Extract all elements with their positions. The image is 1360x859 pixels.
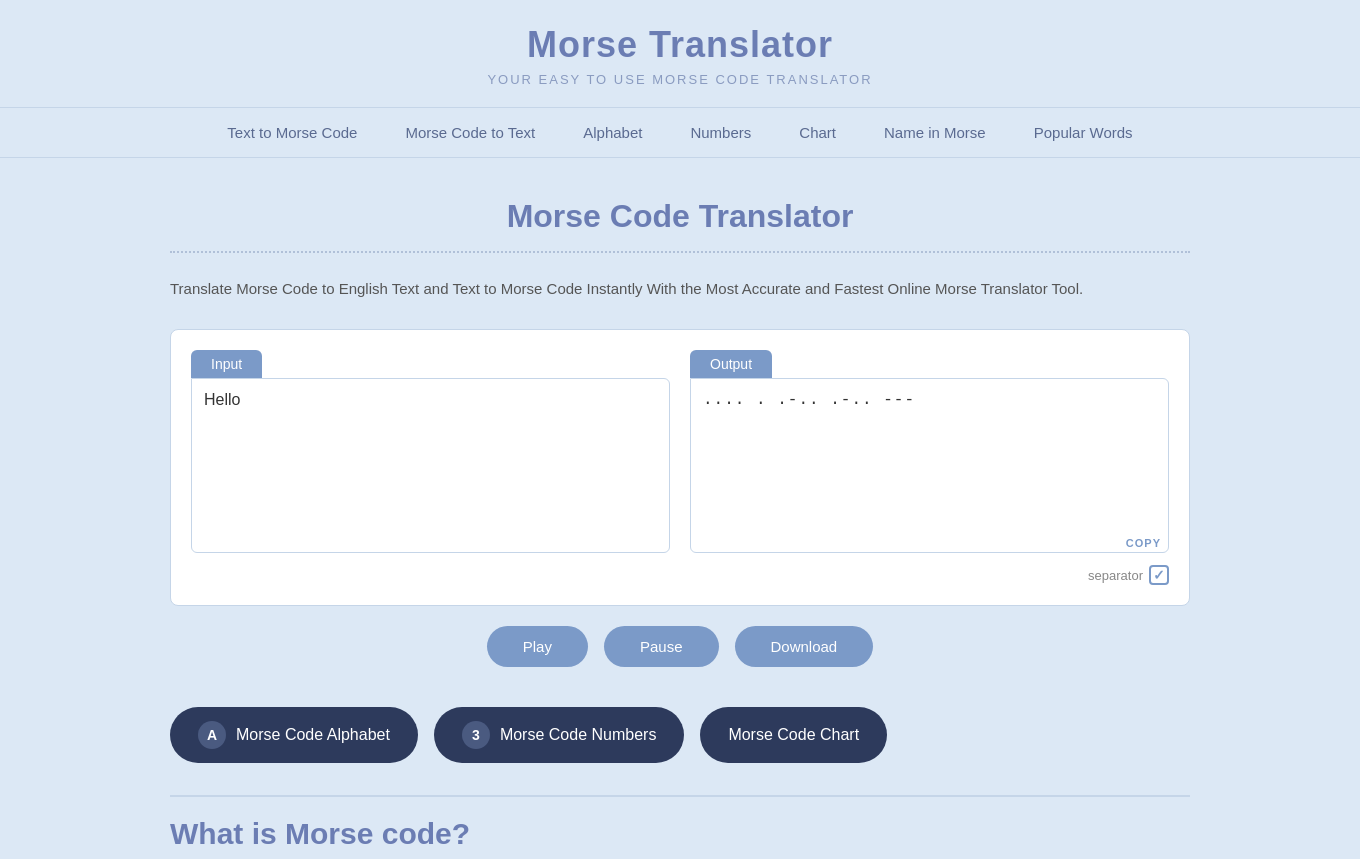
play-button[interactable]: Play [487,626,588,667]
page-description: Translate Morse Code to English Text and… [170,277,1190,301]
copy-button[interactable]: COPY [1126,537,1161,549]
output-panel: Output COPY [690,350,1169,557]
page-title: Morse Code Translator [170,198,1190,235]
tab-chart-label: Morse Code Chart [728,726,859,744]
nav-item-popular-words[interactable]: Popular Words [1010,108,1157,157]
output-wrapper: COPY [690,378,1169,557]
checkmark-icon: ✓ [1153,567,1165,583]
separator-checkbox[interactable]: ✓ [1149,565,1169,585]
output-textarea[interactable] [690,378,1169,553]
separator-label: separator [1088,568,1143,583]
site-subtitle: Your Easy to Use Morse Code Translator [0,72,1360,87]
nav-item-chart[interactable]: Chart [775,108,860,157]
what-is-title: What is Morse code? [170,817,1190,851]
main-content: Morse Code Translator Translate Morse Co… [150,158,1210,859]
nav-list: Text to Morse Code Morse Code to Text Al… [0,108,1360,157]
main-nav: Text to Morse Code Morse Code to Text Al… [0,107,1360,158]
translator-panels: Input Output COPY [191,350,1169,557]
pause-button[interactable]: Pause [604,626,719,667]
nav-item-text-to-morse[interactable]: Text to Morse Code [203,108,381,157]
translator-container: Input Output COPY separator ✓ [170,329,1190,606]
separator-row: separator ✓ [191,565,1169,585]
nav-item-numbers[interactable]: Numbers [666,108,775,157]
download-button[interactable]: Download [735,626,874,667]
tab-morse-alphabet[interactable]: A Morse Code Alphabet [170,707,418,763]
site-title: Morse Translator [0,24,1360,66]
tab-morse-numbers[interactable]: 3 Morse Code Numbers [434,707,685,763]
numbers-icon: 3 [462,721,490,749]
title-divider [170,251,1190,253]
tab-alphabet-label: Morse Code Alphabet [236,726,390,744]
site-header: Morse Translator Your Easy to Use Morse … [0,0,1360,158]
alphabet-icon: A [198,721,226,749]
tab-morse-chart[interactable]: Morse Code Chart [700,707,887,763]
nav-item-morse-to-text[interactable]: Morse Code to Text [381,108,559,157]
nav-item-alphabet[interactable]: Alphabet [559,108,666,157]
output-label: Output [690,350,772,378]
input-label: Input [191,350,262,378]
tab-numbers-label: Morse Code Numbers [500,726,657,744]
section-divider [170,795,1190,797]
input-panel: Input [191,350,670,557]
nav-item-name-in-morse[interactable]: Name in Morse [860,108,1010,157]
action-buttons: Play Pause Download [170,626,1190,667]
section-tabs: A Morse Code Alphabet 3 Morse Code Numbe… [170,707,1190,763]
input-textarea[interactable] [191,378,670,553]
